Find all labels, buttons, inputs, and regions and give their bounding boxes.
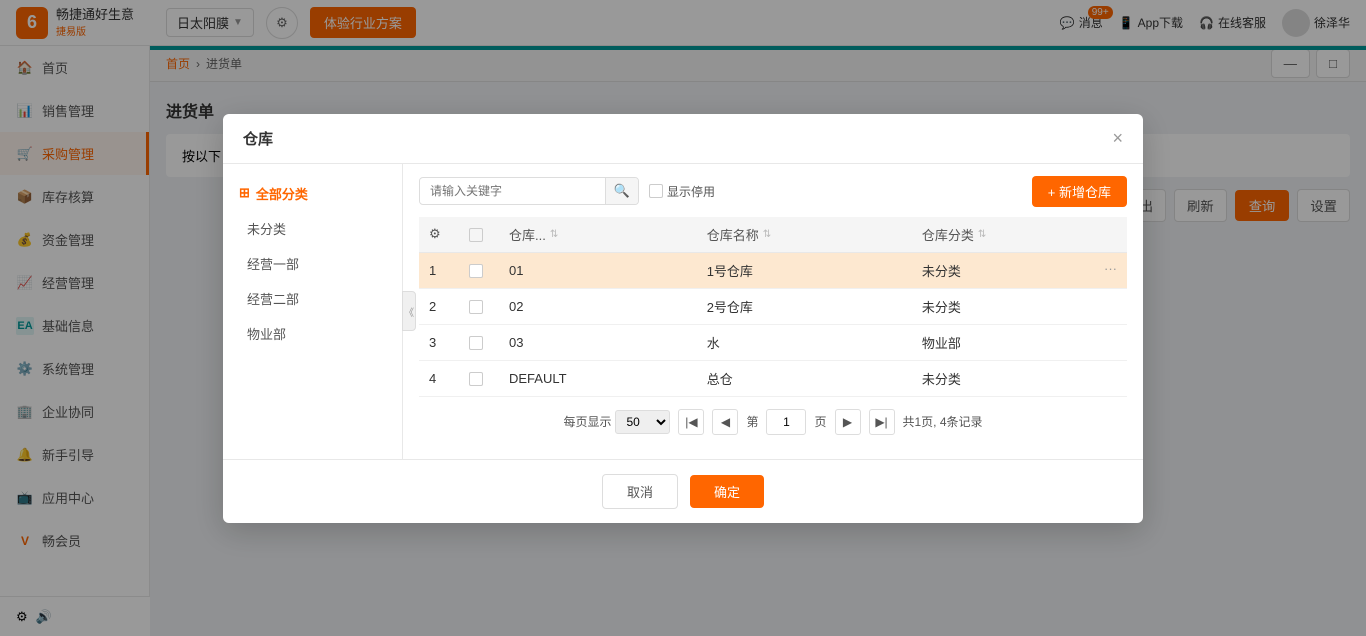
- search-icon[interactable]: 🔍: [605, 178, 638, 204]
- header-checkbox[interactable]: [469, 228, 483, 242]
- first-page-button[interactable]: |◀: [678, 409, 704, 435]
- modal-footer: 取消 确定: [223, 459, 1143, 523]
- row-1-code: 01: [499, 252, 697, 288]
- row-4-name: 总仓: [697, 360, 912, 396]
- modal-header: 仓库 ×: [223, 114, 1143, 164]
- sort-icon-3: ⇅: [978, 229, 986, 240]
- confirm-button[interactable]: 确定: [690, 475, 764, 508]
- warehouse-modal: 仓库 × ⊞ 全部分类 未分类 经营一部 经营二部: [223, 114, 1143, 523]
- modal-title: 仓库: [243, 128, 273, 149]
- sort-icon: ⇅: [550, 229, 558, 240]
- tree-item-dept1[interactable]: 经营一部: [223, 246, 402, 281]
- table-row[interactable]: 3 03 水 物业部: [419, 324, 1127, 360]
- row-3-code: 03: [499, 324, 697, 360]
- table-row[interactable]: 1 01 1号仓库 未分类 ···: [419, 252, 1127, 288]
- row-2-name: 2号仓库: [697, 288, 912, 324]
- table-header: ⚙ 仓库... ⇅: [419, 217, 1127, 253]
- pagination: 每页显示 50 100 200 |◀ ◀ 第 页 ▶ ▶| 共1页, 4条记录: [419, 397, 1127, 447]
- chevron-left-icon: 《: [404, 304, 414, 319]
- row-2-category: 未分类: [912, 288, 1127, 324]
- prev-page-button[interactable]: ◀: [712, 409, 738, 435]
- table-toolbar: 🔍 显示停用 + 新增仓库: [419, 176, 1127, 207]
- total-info: 共1页, 4条记录: [903, 413, 983, 430]
- col-checkbox: [459, 217, 499, 253]
- table-row[interactable]: 2 02 2号仓库 未分类: [419, 288, 1127, 324]
- col-name: 仓库名称 ⇅: [697, 217, 912, 253]
- row-1-name: 1号仓库: [697, 252, 912, 288]
- tree-panel: ⊞ 全部分类 未分类 经营一部 经营二部 物业部 《: [223, 164, 403, 459]
- row-4-checkbox[interactable]: [459, 360, 499, 396]
- tree-item-uncategorized[interactable]: 未分类: [223, 211, 402, 246]
- search-box: 🔍: [419, 177, 639, 205]
- row-4-category: 未分类: [912, 360, 1127, 396]
- last-page-button[interactable]: ▶|: [869, 409, 895, 435]
- row-3-num: 3: [419, 324, 459, 360]
- row-2-checkbox[interactable]: [459, 288, 499, 324]
- page-number-input[interactable]: [766, 409, 806, 435]
- modal-close-button[interactable]: ×: [1112, 128, 1123, 149]
- row-4-num: 4: [419, 360, 459, 396]
- col-settings: ⚙: [419, 217, 459, 253]
- row-1-actions[interactable]: ···: [1104, 261, 1117, 276]
- row-3-checkbox[interactable]: [459, 324, 499, 360]
- table-body: 1 01 1号仓库 未分类 ··· 2: [419, 252, 1127, 396]
- row-4-code: DEFAULT: [499, 360, 697, 396]
- tree-item-dept2[interactable]: 经营二部: [223, 281, 402, 316]
- row-3-category: 物业部: [912, 324, 1127, 360]
- row-1-checkbox[interactable]: [459, 252, 499, 288]
- modal-overlay: 仓库 × ⊞ 全部分类 未分类 经营一部 经营二部: [0, 0, 1366, 636]
- cancel-button[interactable]: 取消: [602, 474, 678, 509]
- per-page-selector: 每页显示 50 100 200: [563, 410, 670, 434]
- show-disabled-label[interactable]: 显示停用: [649, 183, 715, 200]
- grid-icon: ⊞: [239, 185, 250, 201]
- table-container: ⚙ 仓库... ⇅: [419, 217, 1127, 397]
- sort-icon-2: ⇅: [763, 229, 771, 240]
- show-disabled-checkbox[interactable]: [649, 184, 663, 198]
- col-category: 仓库分类 ⇅: [912, 217, 1127, 253]
- row-1-num: 1: [419, 252, 459, 288]
- settings-col-icon: ⚙: [429, 226, 441, 241]
- modal-body: ⊞ 全部分类 未分类 经营一部 经营二部 物业部 《: [223, 164, 1143, 459]
- per-page-select[interactable]: 50 100 200: [615, 410, 670, 434]
- tree-item-property[interactable]: 物业部: [223, 316, 402, 351]
- tree-collapse-button[interactable]: 《: [402, 291, 416, 331]
- col-code: 仓库... ⇅: [499, 217, 697, 253]
- row-2-num: 2: [419, 288, 459, 324]
- tree-all-category[interactable]: ⊞ 全部分类: [223, 176, 402, 211]
- row-3-name: 水: [697, 324, 912, 360]
- row-2-code: 02: [499, 288, 697, 324]
- warehouse-table: ⚙ 仓库... ⇅: [419, 217, 1127, 397]
- next-page-button[interactable]: ▶: [835, 409, 861, 435]
- table-panel: 🔍 显示停用 + 新增仓库 ⚙: [403, 164, 1143, 459]
- table-row[interactable]: 4 DEFAULT 总仓 未分类: [419, 360, 1127, 396]
- add-warehouse-button[interactable]: + 新增仓库: [1032, 176, 1127, 207]
- search-input[interactable]: [420, 179, 605, 203]
- row-1-category: 未分类 ···: [912, 252, 1127, 288]
